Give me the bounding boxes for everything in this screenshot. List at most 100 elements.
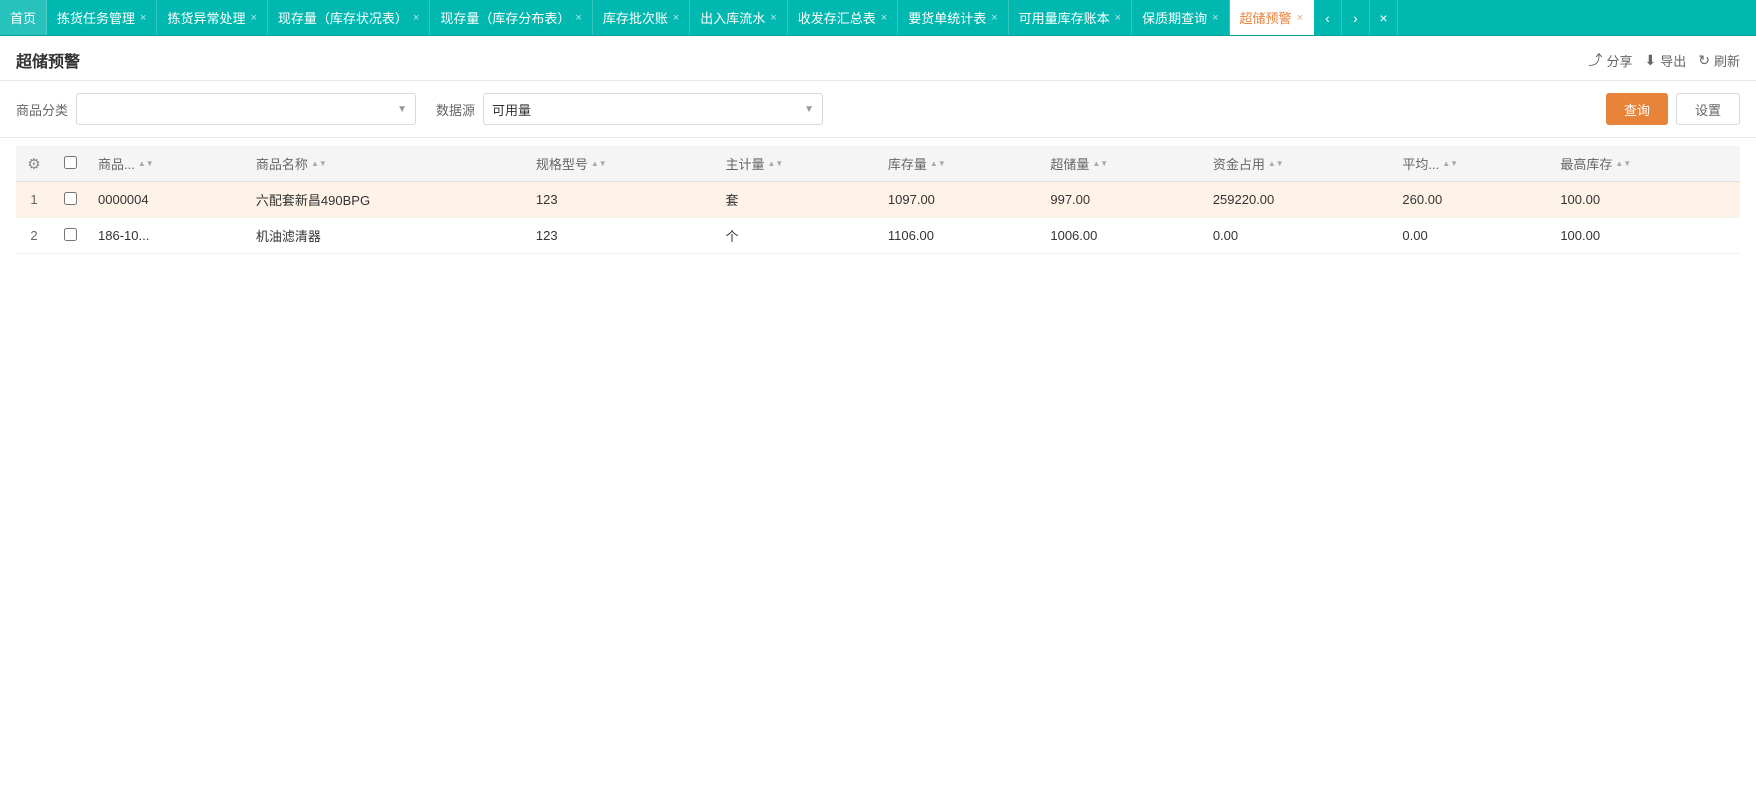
row-product-code: 0000004 [88, 182, 246, 218]
close-icon[interactable]: × [770, 12, 776, 24]
nav-item-quality[interactable]: 保质期查询 × [1132, 0, 1229, 36]
row-checkbox[interactable] [64, 192, 77, 205]
nav-item-flow[interactable]: 出入库流水 × [690, 0, 787, 36]
data-table: ⚙ 商品... ▲▼ 商品名称 ▲▼ [16, 146, 1740, 254]
row-max-stock: 100.00 [1550, 182, 1740, 218]
filter-actions: 查询 设置 [1606, 93, 1740, 125]
nav-item-usable-stock[interactable]: 可用量库存账本 × [1009, 0, 1132, 36]
th-overstock[interactable]: 超储量 ▲▼ [1040, 146, 1202, 182]
close-icon[interactable]: × [250, 12, 256, 24]
category-select[interactable]: ▼ [76, 93, 416, 125]
nav-item-stock-status[interactable]: 现存量（库存状况表） × [268, 0, 430, 36]
close-icon[interactable]: × [1115, 12, 1121, 24]
select-all-checkbox[interactable] [64, 156, 77, 169]
export-icon: ⬇ [1645, 52, 1657, 69]
sort-icon: ▲▼ [311, 160, 327, 168]
row-spec: 123 [526, 182, 716, 218]
sort-icon: ▲▼ [1092, 160, 1108, 168]
row-checkbox[interactable] [64, 228, 77, 241]
table-row: 2 186-10... 机油滤清器 123 个 1106.00 1006.00 … [16, 218, 1740, 254]
close-icon[interactable]: × [575, 12, 581, 24]
close-icon[interactable]: × [673, 12, 679, 24]
gear-icon[interactable]: ⚙ [27, 156, 40, 173]
sort-icon: ▲▼ [138, 160, 154, 168]
close-icon[interactable]: × [1212, 12, 1218, 24]
row-stock: 1106.00 [878, 218, 1040, 254]
refresh-icon: ↻ [1698, 52, 1710, 69]
header-actions: ⤴ 分享 ⬇ 导出 ↻ 刷新 [1588, 50, 1740, 70]
nav-item-batch[interactable]: 库存批次账 × [593, 0, 690, 36]
sort-icon: ▲▼ [1268, 160, 1284, 168]
nav-item-summary[interactable]: 收发存汇总表 × [788, 0, 898, 36]
nav-item-req-stat[interactable]: 要货单统计表 × [898, 0, 1008, 36]
close-icon[interactable]: × [413, 12, 419, 24]
datasource-select-value: 可用量 [492, 100, 531, 119]
row-average: 0.00 [1392, 218, 1550, 254]
share-icon: ⤴ [1588, 50, 1602, 70]
refresh-button[interactable]: ↻ 刷新 [1698, 51, 1740, 70]
category-label: 商品分类 [16, 100, 68, 119]
row-max-stock: 100.00 [1550, 218, 1740, 254]
row-stock: 1097.00 [878, 182, 1040, 218]
sort-icon: ▲▼ [930, 160, 946, 168]
close-icon[interactable]: × [881, 12, 887, 24]
query-button[interactable]: 查询 [1606, 93, 1668, 125]
row-checkbox-cell [52, 218, 88, 254]
th-product-name[interactable]: 商品名称 ▲▼ [246, 146, 526, 182]
close-icon[interactable]: × [991, 12, 997, 24]
row-unit: 个 [715, 218, 877, 254]
nav-next-button[interactable]: › [1342, 0, 1370, 36]
th-spec[interactable]: 规格型号 ▲▼ [526, 146, 716, 182]
row-spec: 123 [526, 218, 716, 254]
row-overstock: 1006.00 [1040, 218, 1202, 254]
page-header: 超储预警 ⤴ 分享 ⬇ 导出 ↻ 刷新 [0, 36, 1756, 81]
row-index-cell: 2 [16, 218, 52, 254]
nav-prev-button[interactable]: ‹ [1314, 0, 1342, 36]
datasource-filter-group: 数据源 可用量 ▼ [436, 93, 823, 125]
export-button[interactable]: ⬇ 导出 [1645, 51, 1687, 70]
table-row: 1 0000004 六配套新昌490BPG 123 套 1097.00 997.… [16, 182, 1740, 218]
page-title: 超储预警 [16, 48, 80, 72]
row-capital: 0.00 [1203, 218, 1393, 254]
nav-item-home[interactable]: 首页 [0, 0, 47, 36]
page-container: 超储预警 ⤴ 分享 ⬇ 导出 ↻ 刷新 商品分类 ▼ 数据源 [0, 36, 1756, 800]
sort-icon: ▲▼ [591, 160, 607, 168]
share-button[interactable]: ⤴ 分享 [1588, 50, 1632, 70]
nav-bar: 首页 拣货任务管理 × 拣货异常处理 × 现存量（库存状况表） × 现存量（库存… [0, 0, 1756, 36]
nav-item-stock-dist[interactable]: 现存量（库存分布表） × [430, 0, 592, 36]
datasource-select[interactable]: 可用量 ▼ [483, 93, 823, 125]
row-product-name: 机油滤清器 [246, 218, 526, 254]
filter-area: 商品分类 ▼ 数据源 可用量 ▼ 查询 设置 [0, 81, 1756, 138]
th-capital[interactable]: 资金占用 ▲▼ [1203, 146, 1393, 182]
th-stock[interactable]: 库存量 ▲▼ [878, 146, 1040, 182]
nav-item-exception[interactable]: 拣货异常处理 × [157, 0, 267, 36]
row-product-name: 六配套新昌490BPG [246, 182, 526, 218]
row-average: 260.00 [1392, 182, 1550, 218]
row-product-code: 186-10... [88, 218, 246, 254]
nav-item-overstock[interactable]: 超储预警 × [1230, 0, 1314, 36]
datasource-label: 数据源 [436, 100, 475, 119]
sort-icon: ▲▼ [767, 160, 783, 168]
table-header-row: ⚙ 商品... ▲▼ 商品名称 ▲▼ [16, 146, 1740, 182]
nav-item-task[interactable]: 拣货任务管理 × [47, 0, 157, 36]
row-unit: 套 [715, 182, 877, 218]
row-capital: 259220.00 [1203, 182, 1393, 218]
chevron-down-icon: ▼ [397, 104, 407, 115]
th-average[interactable]: 平均... ▲▼ [1392, 146, 1550, 182]
row-checkbox-cell [52, 182, 88, 218]
th-max-stock[interactable]: 最高库存 ▲▼ [1550, 146, 1740, 182]
setting-button[interactable]: 设置 [1676, 93, 1740, 125]
chevron-down-icon: ▼ [804, 104, 814, 115]
row-overstock: 997.00 [1040, 182, 1202, 218]
th-unit[interactable]: 主计量 ▲▼ [715, 146, 877, 182]
nav-close-button[interactable]: × [1370, 0, 1398, 36]
table-container: ⚙ 商品... ▲▼ 商品名称 ▲▼ [0, 146, 1756, 254]
row-index-cell: 1 [16, 182, 52, 218]
close-icon[interactable]: × [1297, 12, 1303, 24]
close-icon[interactable]: × [140, 12, 146, 24]
sort-icon: ▲▼ [1615, 160, 1631, 168]
th-product-code[interactable]: 商品... ▲▼ [88, 146, 246, 182]
category-filter-group: 商品分类 ▼ [16, 93, 416, 125]
th-checkbox [52, 146, 88, 182]
sort-icon: ▲▼ [1442, 160, 1458, 168]
